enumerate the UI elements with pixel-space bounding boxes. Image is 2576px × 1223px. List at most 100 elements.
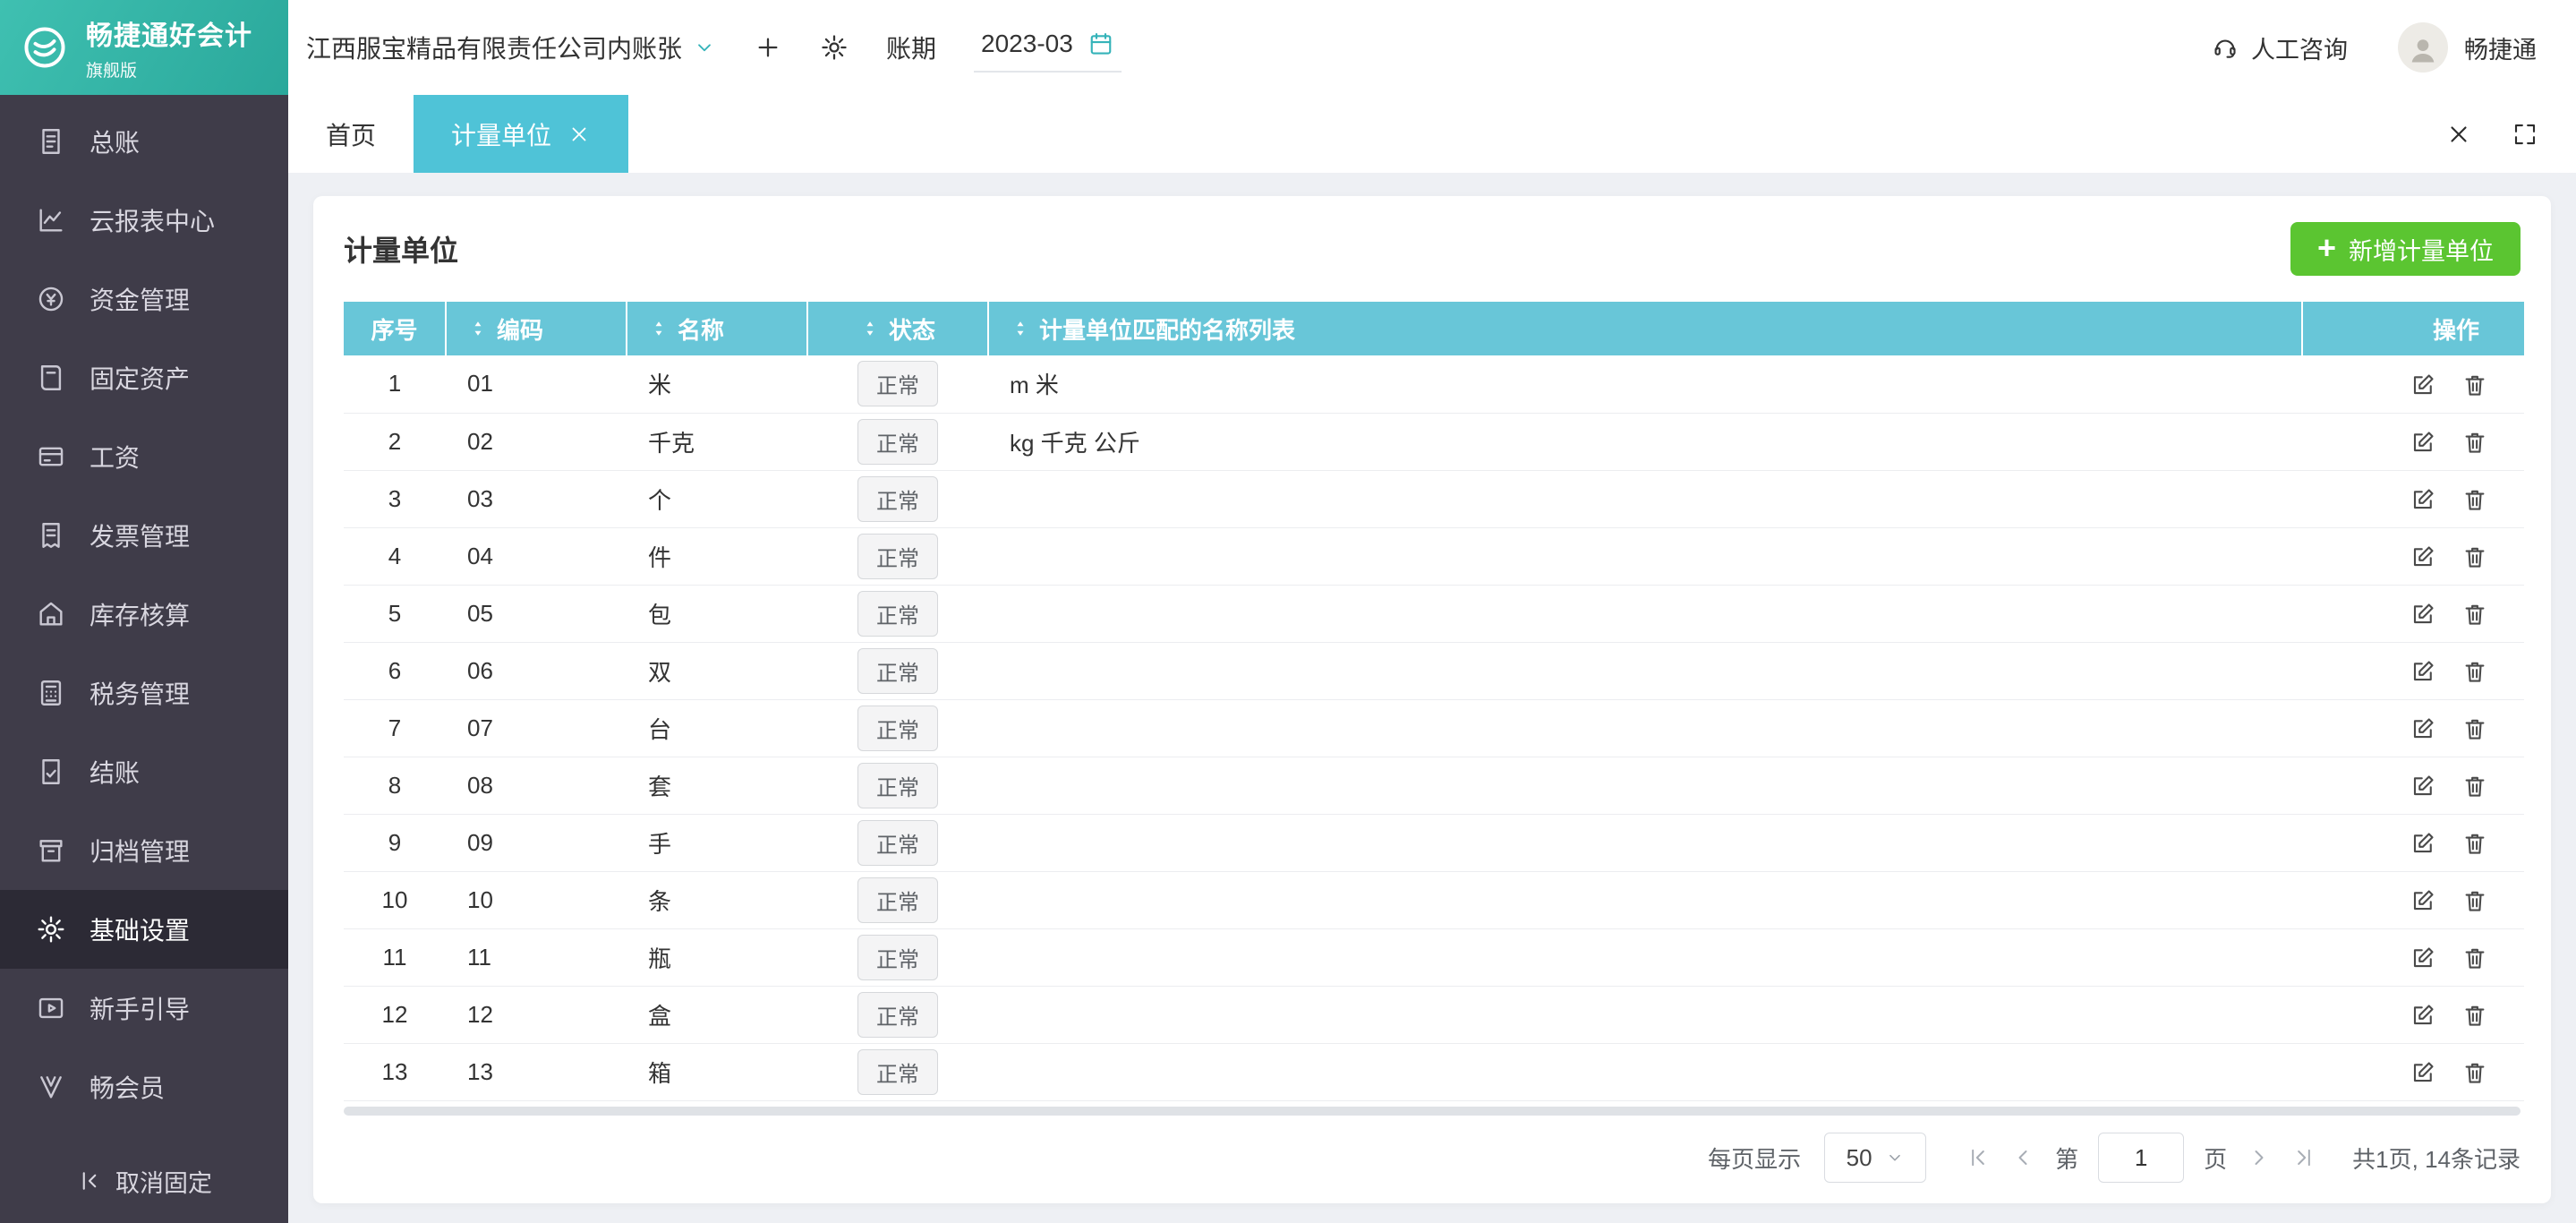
edit-icon[interactable]: [2410, 658, 2436, 685]
cell-matches: [988, 1043, 2302, 1101]
sidebar-item-tax[interactable]: 税务管理: [0, 654, 288, 732]
status-badge: 正常: [857, 877, 938, 923]
edit-icon[interactable]: [2410, 715, 2436, 742]
per-page-select[interactable]: 50: [1824, 1133, 1927, 1183]
next-page-icon[interactable]: [2247, 1145, 2272, 1170]
unpin-sidebar-button[interactable]: 取消固定: [0, 1139, 288, 1223]
cell-operations: [2302, 527, 2524, 586]
cell-matches: [988, 871, 2302, 929]
sort-icon[interactable]: [468, 319, 488, 338]
edit-icon[interactable]: [2410, 773, 2436, 800]
gear-icon[interactable]: [820, 33, 849, 62]
table-row: 12 12 盒正常: [344, 986, 2524, 1044]
edit-icon[interactable]: [2410, 429, 2436, 456]
sidebar-item-label: 税务管理: [90, 680, 191, 708]
period-field[interactable]: 2023-03: [974, 22, 1122, 73]
cell-code: 06: [446, 642, 627, 700]
user-menu[interactable]: 畅捷通: [2398, 22, 2537, 73]
page-number-input[interactable]: [2098, 1133, 2185, 1183]
sort-icon[interactable]: [1011, 319, 1030, 338]
sidebar-item-invoice[interactable]: 发票管理: [0, 496, 288, 575]
cell-name: 米: [627, 355, 807, 414]
sidebar-item-closing[interactable]: 结账: [0, 732, 288, 811]
cell-name: 箱: [627, 1043, 807, 1101]
cell-seq: 1: [344, 355, 446, 414]
edit-icon[interactable]: [2410, 887, 2436, 914]
column-label: 状态: [888, 316, 935, 344]
table-row: 3 03 个 正常: [344, 470, 2524, 528]
inventory-icon: [36, 599, 66, 629]
edit-icon[interactable]: [2410, 372, 2436, 398]
column-header-matches[interactable]: 计量单位匹配的名称列表: [988, 302, 2303, 355]
column-label: 序号: [371, 316, 418, 344]
status-badge: 正常: [857, 533, 938, 579]
plus-icon[interactable]: [754, 33, 782, 62]
sidebar-item-salary[interactable]: 工资: [0, 417, 288, 496]
delete-icon[interactable]: [2461, 830, 2488, 857]
close-icon[interactable]: [567, 123, 591, 146]
app-edition: 旗舰版: [86, 62, 138, 81]
last-page-icon[interactable]: [2291, 1145, 2316, 1170]
delete-icon[interactable]: [2461, 1002, 2488, 1029]
edit-icon[interactable]: [2410, 830, 2436, 857]
fullscreen-icon[interactable]: [2512, 121, 2538, 148]
edit-icon[interactable]: [2410, 543, 2436, 570]
cell-code: 08: [446, 757, 627, 815]
delete-icon[interactable]: [2461, 887, 2488, 914]
edit-icon[interactable]: [2410, 945, 2436, 971]
edit-icon[interactable]: [2410, 1059, 2436, 1086]
sidebar-item-fixed-assets[interactable]: 固定资产: [0, 338, 288, 417]
add-unit-button[interactable]: + 新增计量单位: [2290, 222, 2521, 276]
pagination: 每页显示 50 第 页 共1页, 14条记录: [344, 1117, 2521, 1203]
sidebar-item-member[interactable]: 畅会员: [0, 1048, 288, 1126]
sidebar-item-guide[interactable]: 新手引导: [0, 969, 288, 1048]
sort-icon[interactable]: [649, 319, 669, 338]
cell-operations: [2302, 986, 2524, 1044]
sidebar-item-archive[interactable]: 归档管理: [0, 811, 288, 890]
cell-operations: [2302, 470, 2524, 528]
delete-icon[interactable]: [2461, 543, 2488, 570]
delete-icon[interactable]: [2461, 658, 2488, 685]
guide-icon: [36, 993, 66, 1023]
edit-icon[interactable]: [2410, 486, 2436, 513]
page-content: 计量单位 + 新增计量单位 序号 编码 名称 状态 计量单位匹配的名称列表 操作 1 01 米…: [288, 173, 2576, 1223]
delete-icon[interactable]: [2461, 372, 2488, 398]
edit-icon[interactable]: [2410, 601, 2436, 628]
tab-unit[interactable]: 计量单位: [414, 95, 629, 173]
delete-icon[interactable]: [2461, 1059, 2488, 1086]
sidebar-item-settings[interactable]: 基础设置: [0, 890, 288, 969]
column-header-name[interactable]: 名称: [627, 302, 808, 355]
sidebar-item-ledger[interactable]: 总账: [0, 102, 288, 181]
headset-icon: [2212, 34, 2239, 61]
support-button[interactable]: 人工咨询: [2212, 30, 2348, 65]
topbar: 江西服宝精品有限责任公司内账张 账期 2023-03 人工咨询 畅捷通: [288, 0, 2576, 95]
delete-icon[interactable]: [2461, 486, 2488, 513]
sidebar-item-inventory[interactable]: 库存核算: [0, 575, 288, 654]
member-icon: [36, 1072, 66, 1102]
close-icon[interactable]: [2445, 121, 2472, 148]
settings-icon: [36, 914, 66, 945]
company-selector[interactable]: 江西服宝精品有限责任公司内账张: [306, 30, 716, 65]
cell-seq: 13: [344, 1043, 446, 1101]
tab-home[interactable]: 首页: [288, 95, 414, 173]
horizontal-scrollbar[interactable]: [344, 1106, 2521, 1116]
cell-status: 正常: [807, 986, 988, 1044]
column-label: 计量单位匹配的名称列表: [1039, 316, 1296, 344]
table-header-row: 序号 编码 名称 状态 计量单位匹配的名称列表 操作: [344, 302, 2524, 355]
edit-icon[interactable]: [2410, 1002, 2436, 1029]
delete-icon[interactable]: [2461, 429, 2488, 456]
sort-icon[interactable]: [860, 319, 880, 338]
delete-icon[interactable]: [2461, 773, 2488, 800]
column-header-status[interactable]: 状态: [807, 302, 989, 355]
sidebar-item-cloud-report[interactable]: 云报表中心: [0, 181, 288, 260]
sidebar: 畅捷通好会计 旗舰版 总账 云报表中心 资金管理 固定资产 工资 发票管理 库存核算 税务管理…: [0, 0, 288, 1223]
delete-icon[interactable]: [2461, 715, 2488, 742]
first-page-icon[interactable]: [1966, 1145, 1991, 1170]
prev-page-icon[interactable]: [2010, 1145, 2035, 1170]
column-header-code[interactable]: 编码: [446, 302, 627, 355]
delete-icon[interactable]: [2461, 601, 2488, 628]
cell-seq: 2: [344, 413, 446, 471]
avatar: [2398, 22, 2448, 73]
delete-icon[interactable]: [2461, 945, 2488, 971]
sidebar-item-funds[interactable]: 资金管理: [0, 260, 288, 338]
